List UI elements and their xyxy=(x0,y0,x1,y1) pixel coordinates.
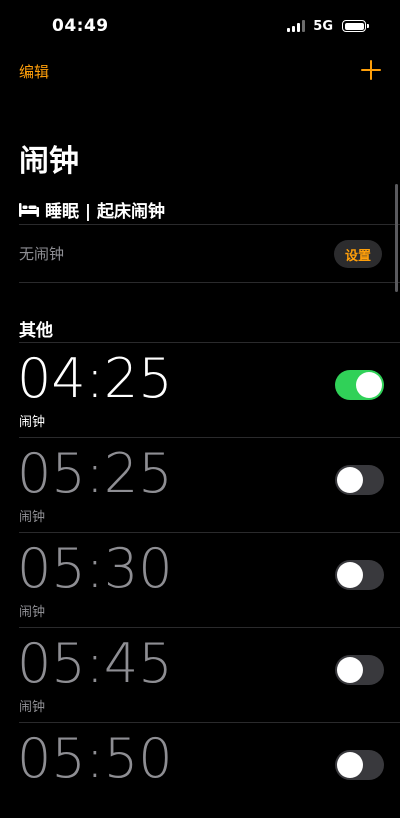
alarm-time: 05:45 xyxy=(17,632,173,695)
alarm-time: 04:25 xyxy=(17,347,173,410)
divider xyxy=(19,282,400,283)
divider xyxy=(19,224,400,225)
signal-icon xyxy=(287,20,306,32)
alarm-row[interactable]: 05:45 闹钟 xyxy=(0,628,400,723)
alarm-time: 05:50 xyxy=(17,727,173,790)
sleep-section-header: 睡眠 | 起床闹钟 xyxy=(19,197,165,222)
alarm-label: 闹钟 xyxy=(19,510,46,525)
alarm-toggle[interactable] xyxy=(335,560,384,590)
plus-icon xyxy=(361,60,381,80)
alarm-row[interactable]: 05:50 xyxy=(0,723,400,818)
alarm-time: 05:25 xyxy=(17,442,173,505)
edit-button[interactable]: 编辑 xyxy=(19,61,49,82)
scrollbar[interactable] xyxy=(395,184,398,292)
battery-icon xyxy=(342,20,369,32)
alarm-row[interactable]: 05:25 闹钟 xyxy=(0,438,400,533)
alarm-label: 闹钟 xyxy=(19,700,46,715)
status-time: 04:49 xyxy=(52,16,109,36)
alarm-row[interactable]: 04:25 闹钟 xyxy=(0,343,400,438)
alarm-toggle[interactable] xyxy=(335,465,384,495)
network-type: 5G xyxy=(313,18,333,34)
alarm-row[interactable]: 05:30 闹钟 xyxy=(0,533,400,628)
bed-icon xyxy=(19,202,39,217)
sleep-section-title: 睡眠 | 起床闹钟 xyxy=(45,202,166,222)
add-alarm-button[interactable] xyxy=(360,59,382,81)
alarm-toggle[interactable] xyxy=(335,655,384,685)
alarm-label: 闹钟 xyxy=(19,605,46,620)
alarm-time: 05:30 xyxy=(17,537,173,600)
no-alarm-text: 无闹钟 xyxy=(19,245,65,263)
status-indicators: 5G xyxy=(287,18,369,34)
setup-button[interactable]: 设置 xyxy=(334,240,382,268)
alarm-toggle[interactable] xyxy=(335,370,384,400)
other-section-header: 其他 xyxy=(19,321,53,341)
alarm-toggle[interactable] xyxy=(335,750,384,780)
page-title: 闹钟 xyxy=(19,144,79,179)
alarm-label: 闹钟 xyxy=(19,415,46,430)
status-bar: 04:49 5G xyxy=(0,0,400,52)
